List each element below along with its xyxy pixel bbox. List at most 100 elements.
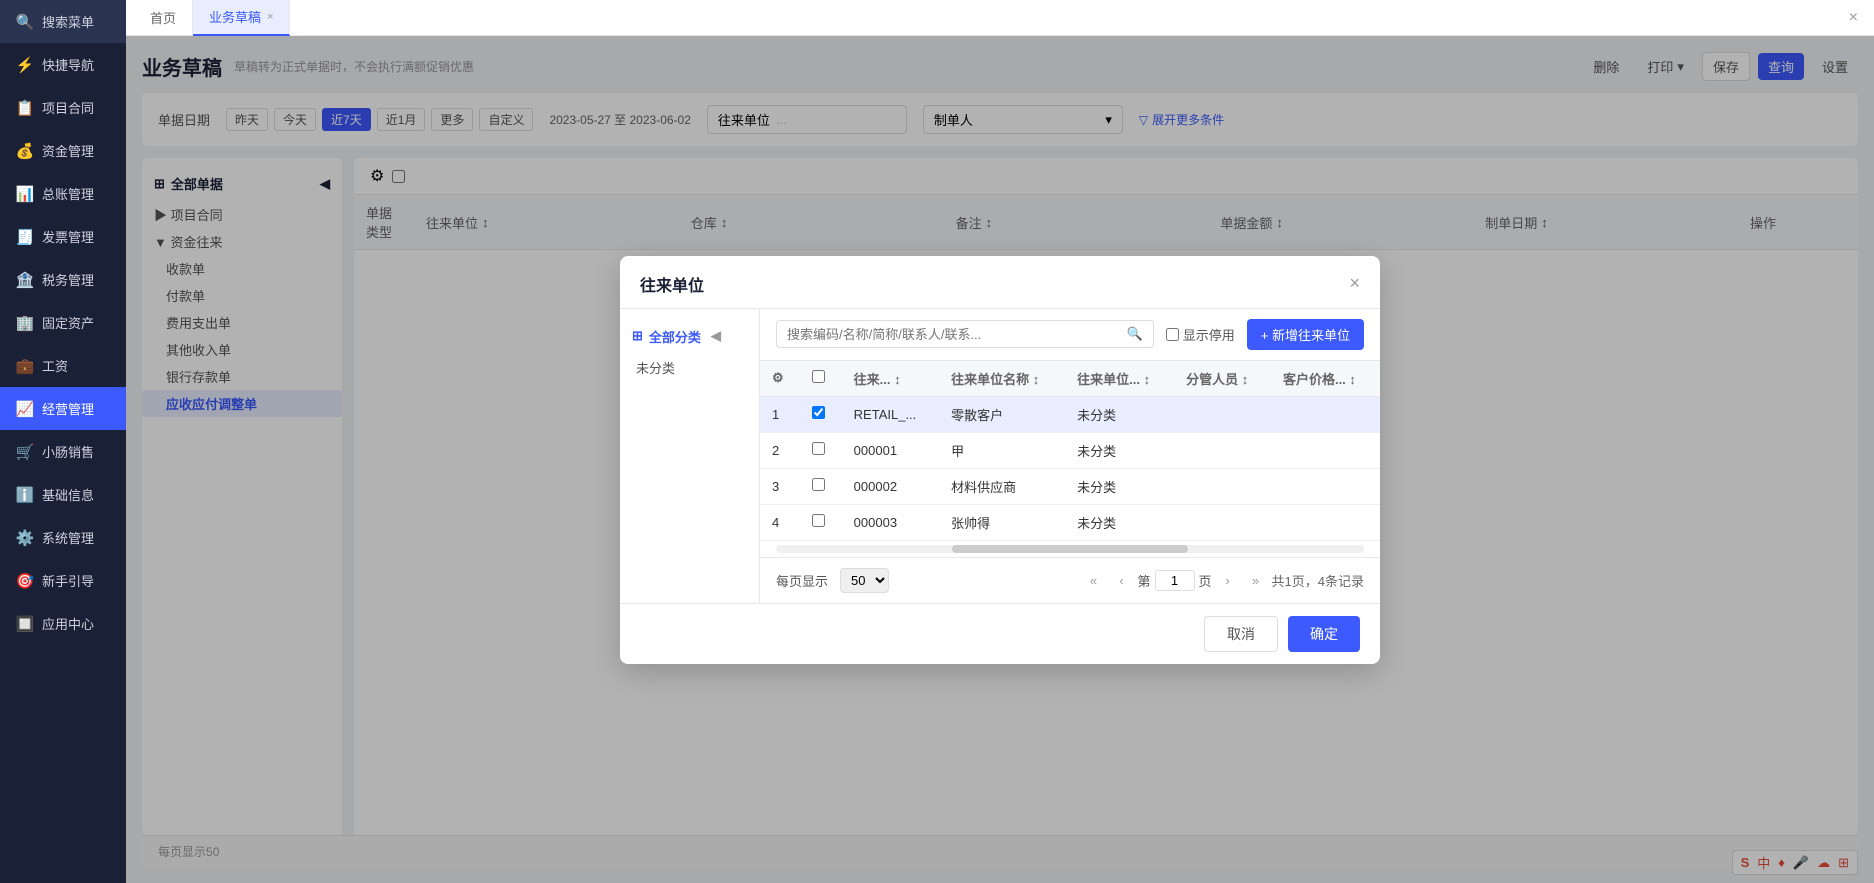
modal-table-row[interactable]: 1 RETAIL_... 零散客户 未分类 [760,396,1380,432]
modal-search-input[interactable] [787,327,1121,342]
row-category: 未分类 [1065,396,1174,432]
th-checkbox [800,361,842,397]
row-code: 000003 [842,504,939,540]
row-manager [1174,432,1271,468]
sidebar-item-accounts[interactable]: 📊 总账管理 [0,172,126,215]
grid-icon-modal: ⊞ [632,328,643,344]
th-price[interactable]: 客户价格... ↕ [1271,361,1380,397]
tab-active[interactable]: 业务草稿 × [193,0,290,36]
sidebar-item-xiao-yang[interactable]: 🛒 小肠销售 [0,430,126,473]
modal-table-header-row: ⚙ 往来... ↕ 往来单位名称 ↕ 往来单位... ↕ 分管人员 ↕ 客户价格… [760,361,1380,397]
show-disabled-toggle[interactable]: 显示停用 [1166,325,1235,344]
modal-search-field[interactable]: 🔍 [776,320,1154,348]
accounts-icon: 📊 [16,185,34,203]
row-code: 000001 [842,432,939,468]
th-manager[interactable]: 分管人员 ↕ [1174,361,1271,397]
th-settings: ⚙ [760,361,800,397]
row-checkbox[interactable] [800,432,842,468]
sidebar-item-project[interactable]: 📋 项目合同 [0,86,126,129]
th-category[interactable]: 往来单位... ↕ [1065,361,1174,397]
row-category: 未分类 [1065,468,1174,504]
tab-close-icon[interactable]: × [267,11,273,23]
th-code[interactable]: 往来... ↕ [842,361,939,397]
modal-search-icon: 🔍 [1127,326,1143,342]
modal-sidebar: ⊞ 全部分类 ◀ 未分类 [620,309,760,603]
modal-sidebar-all-category[interactable]: ⊞ 全部分类 ◀ [620,321,759,352]
modal-close-button[interactable]: × [1349,273,1360,294]
project-icon: 📋 [16,99,34,117]
row-manager [1174,396,1271,432]
th-name[interactable]: 往来单位名称 ↕ [939,361,1065,397]
sidebar-item-tax[interactable]: 🏦 税务管理 [0,258,126,301]
page-total-text: 共1页，4条记录 [1272,571,1364,590]
row-checkbox[interactable] [800,468,842,504]
row-category: 未分类 [1065,504,1174,540]
sidebar-item-system[interactable]: ⚙️ 系统管理 [0,516,126,559]
modal-table-row[interactable]: 2 000001 甲 未分类 [760,432,1380,468]
modal-table-row[interactable]: 4 000003 张帅得 未分类 [760,504,1380,540]
modal-table: ⚙ 往来... ↕ 往来单位名称 ↕ 往来单位... ↕ 分管人员 ↕ 客户价格… [760,361,1380,541]
row-index: 2 [760,432,800,468]
modal-cancel-button[interactable]: 取消 [1204,616,1278,652]
prev-page-button[interactable]: ‹ [1110,568,1134,592]
modal-actions: 取消 确定 [620,603,1380,664]
add-counterparty-button[interactable]: + 新增往来单位 [1247,319,1364,350]
app-center-icon: 🔲 [16,615,34,633]
sidebar-item-basic-info[interactable]: ℹ️ 基础信息 [0,473,126,516]
sidebar-item-capital[interactable]: 💰 资金管理 [0,129,126,172]
modal-header: 往来单位 × [620,256,1380,309]
first-page-button[interactable]: « [1082,568,1106,592]
window-close-button[interactable]: × [1841,5,1866,31]
modal-scrollbar-thumb[interactable] [952,545,1187,553]
modal-confirm-button[interactable]: 确定 [1288,616,1360,652]
modal-search-bar: 🔍 显示停用 + 新增往来单位 [760,309,1380,361]
sidebar-item-label: 税务管理 [42,270,94,289]
sidebar-item-label: 资金管理 [42,141,94,160]
tabs-bar: 首页 业务草稿 × × [126,0,1874,36]
sidebar-item-label: 系统管理 [42,528,94,547]
sidebar-item-search-menu[interactable]: 🔍 搜索菜单 [0,0,126,43]
row-index: 4 [760,504,800,540]
row-name: 零散客户 [939,396,1065,432]
sidebar-item-label: 搜索菜单 [42,12,94,31]
new-guide-icon: 🎯 [16,572,34,590]
modal-title: 往来单位 [640,272,704,296]
modal-scrollbar-track[interactable] [776,545,1364,553]
sidebar-item-label: 小肠销售 [42,442,94,461]
tab-home[interactable]: 首页 [134,0,193,36]
system-icon: ⚙️ [16,529,34,547]
row-manager [1174,504,1271,540]
modal: 往来单位 × ⊞ 全部分类 ◀ 未分类 [620,256,1380,664]
sidebar-item-invoice[interactable]: 🧾 发票管理 [0,215,126,258]
search-icon: 🔍 [16,13,34,31]
modal-select-all[interactable] [812,370,825,383]
sidebar-item-label: 工资 [42,356,68,375]
show-disabled-checkbox[interactable] [1166,328,1179,341]
sidebar-item-label: 经营管理 [42,399,94,418]
next-page-button[interactable]: › [1216,568,1240,592]
page-number-input[interactable] [1155,570,1195,591]
quick-nav-icon: ⚡ [16,56,34,74]
sidebar-item-quick-nav[interactable]: ⚡ 快捷导航 [0,43,126,86]
invoice-icon: 🧾 [16,228,34,246]
payroll-icon: 💼 [16,357,34,375]
sidebar-item-fixed-assets[interactable]: 🏢 固定资产 [0,301,126,344]
row-name: 材料供应商 [939,468,1065,504]
row-category: 未分类 [1065,432,1174,468]
modal-table-row[interactable]: 3 000002 材料供应商 未分类 [760,468,1380,504]
sidebar-item-app-center[interactable]: 🔲 应用中心 [0,602,126,645]
sidebar-item-new-guide[interactable]: 🎯 新手引导 [0,559,126,602]
row-checkbox[interactable] [800,504,842,540]
modal-sidebar-unclassified[interactable]: 未分类 [620,352,759,383]
modal-overlay[interactable]: 往来单位 × ⊞ 全部分类 ◀ 未分类 [126,36,1874,883]
modal-collapse-icon[interactable]: ◀ [711,328,721,344]
sidebar-item-payroll[interactable]: 💼 工资 [0,344,126,387]
row-checkbox[interactable] [800,396,842,432]
modal-page-size-select[interactable]: 50 [840,568,889,593]
last-page-button[interactable]: » [1244,568,1268,592]
sidebar-item-operations[interactable]: 📈 经营管理 [0,387,126,430]
modal-body: ⊞ 全部分类 ◀ 未分类 [620,309,1380,603]
row-price [1271,468,1380,504]
row-price [1271,504,1380,540]
sidebar-item-label: 新手引导 [42,571,94,590]
